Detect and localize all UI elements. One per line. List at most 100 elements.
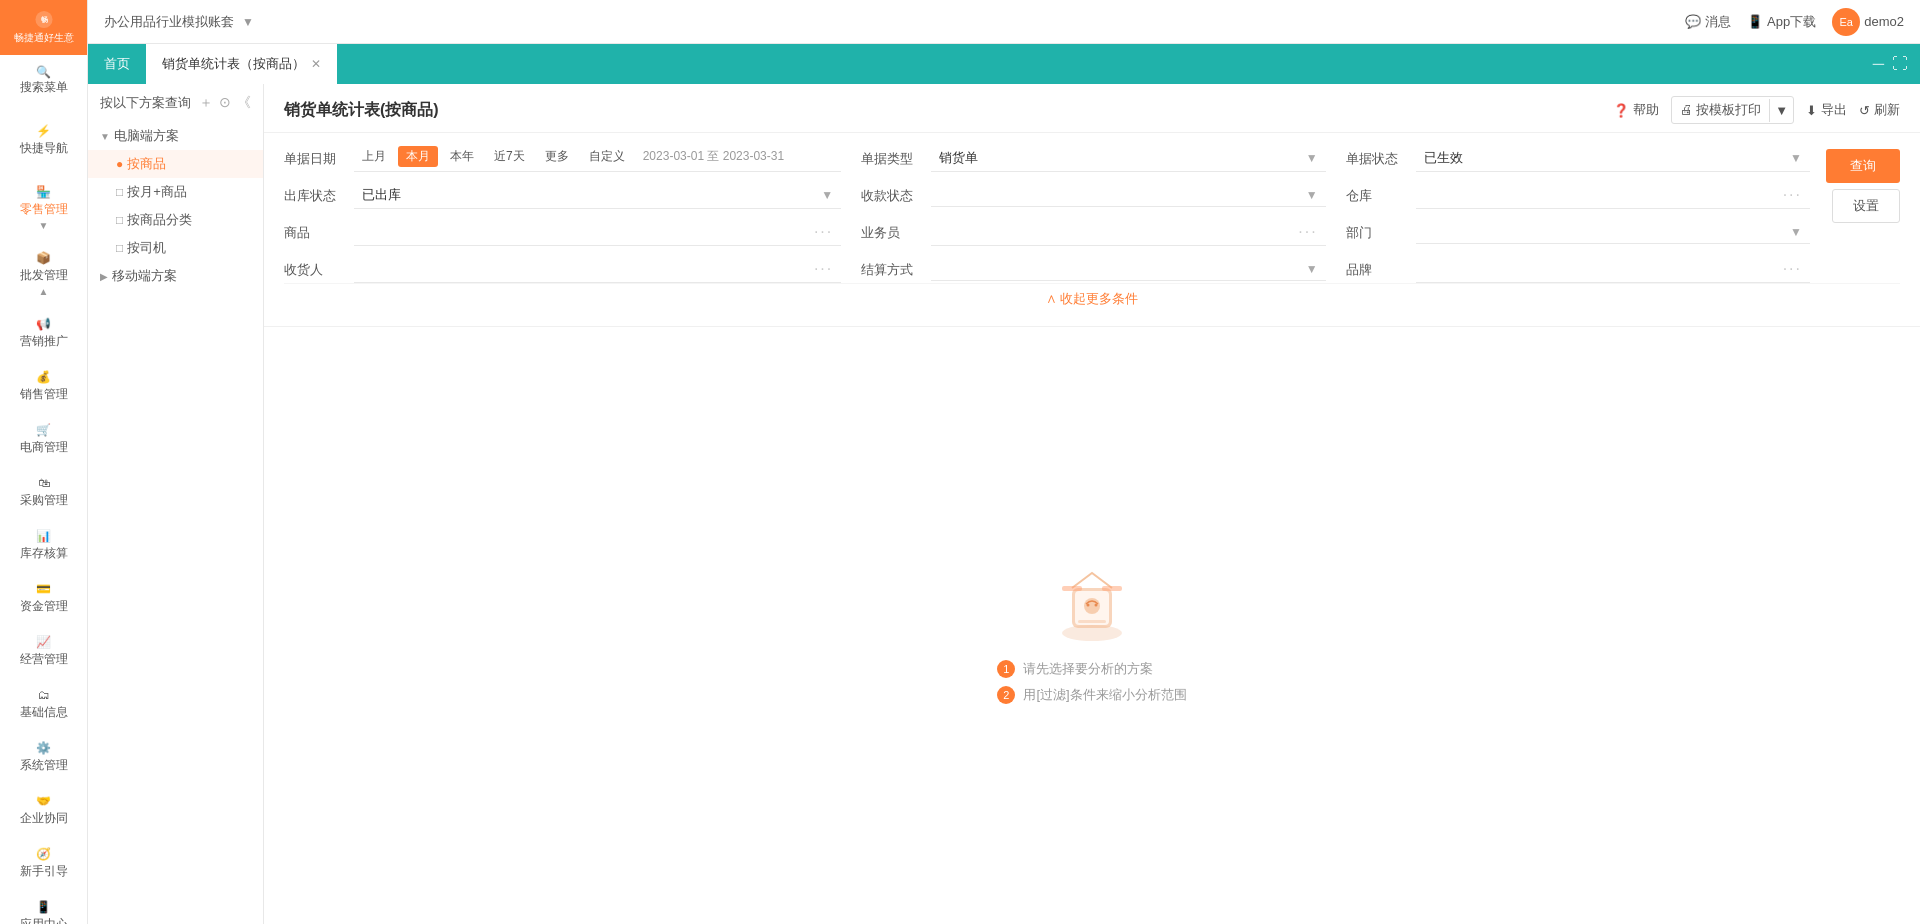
out-status-control[interactable]: 已出库 ▼	[354, 182, 841, 209]
search-menu[interactable]: 🔍 搜索菜单	[0, 55, 87, 106]
collapse-bar[interactable]: ∧ 收起更多条件	[284, 283, 1900, 314]
date-tab-last-month[interactable]: 上月	[354, 146, 394, 167]
sidebar-item-operation[interactable]: 📈 经营管理	[0, 625, 87, 678]
brand-control[interactable]: ···	[1416, 256, 1810, 283]
date-label: 单据日期	[284, 150, 354, 168]
dept-control[interactable]: ▼	[1416, 221, 1810, 244]
left-panel-title: 按以下方案查询	[100, 94, 191, 112]
goods-dots-icon: ···	[814, 223, 833, 241]
tree-child-icon-month: □	[116, 185, 123, 199]
out-status-value: 已出库	[362, 186, 401, 204]
date-tab-more[interactable]: 更多	[537, 146, 577, 167]
out-status-label: 出库状态	[284, 187, 354, 205]
add-scheme-icon[interactable]: ＋	[199, 94, 213, 112]
status-dropdown-icon: ▼	[1790, 151, 1802, 165]
tree-child-icon-category: □	[116, 213, 123, 227]
page-title: 销货单统计表(按商品)	[284, 100, 439, 121]
header-right: 💬 消息 📱 App下载 Ea demo2	[1685, 8, 1904, 36]
sidebar-item-wholesale[interactable]: 📦 批发管理 ▲	[0, 241, 87, 307]
logo-icon: 畅	[26, 10, 62, 29]
tree-child-by-driver[interactable]: □ 按司机	[88, 234, 263, 262]
settlement-label: 结算方式	[861, 261, 931, 279]
sidebar-item-quick-nav[interactable]: ⚡ 快捷导航	[0, 114, 87, 167]
message-icon: 💬	[1685, 14, 1701, 29]
tree-child-by-month-product[interactable]: □ 按月+商品	[88, 178, 263, 206]
filter-brand: 品牌 ···	[1346, 256, 1810, 283]
filter-salesman: 业务员 ···	[861, 219, 1325, 246]
tree-child-by-product[interactable]: ● 按商品	[88, 150, 263, 178]
export-icon: ⬇	[1806, 103, 1817, 118]
sidebar-item-retail[interactable]: 🏪 零售管理 ▼	[0, 175, 87, 241]
sidebar-item-marketing[interactable]: 📢 营销推广	[0, 307, 87, 360]
sidebar-item-collab[interactable]: 🤝 企业协同	[0, 784, 87, 837]
tree-child-by-category[interactable]: □ 按商品分类	[88, 206, 263, 234]
goods-control[interactable]: ···	[354, 219, 841, 246]
sidebar-item-sales[interactable]: 💰 销售管理	[0, 360, 87, 413]
sidebar-item-system[interactable]: ⚙️ 系统管理	[0, 731, 87, 784]
header-breadcrumb: 办公用品行业模拟账套 ▼	[104, 13, 254, 31]
receiver-control[interactable]: ···	[354, 256, 841, 283]
type-dropdown-icon: ▼	[1306, 151, 1318, 165]
app-download-button[interactable]: 📱 App下载	[1747, 13, 1816, 31]
tab-home-label: 首页	[104, 55, 130, 73]
collapse-panel-icon[interactable]: 《	[237, 94, 251, 112]
tab-maximize-icon[interactable]: ⛶	[1892, 55, 1908, 73]
svg-point-6	[1087, 603, 1090, 606]
tab-close-button[interactable]: ✕	[311, 57, 321, 71]
sidebar-item-finance[interactable]: 💳 资金管理	[0, 572, 87, 625]
filter-out-status: 出库状态 已出库 ▼	[284, 182, 841, 209]
type-control[interactable]: 销货单 ▼	[931, 145, 1325, 172]
sidebar-item-guide[interactable]: 🧭 新手引导	[0, 837, 87, 890]
tree-parent-mobile[interactable]: ▶ 移动端方案	[88, 262, 263, 290]
export-button[interactable]: ⬇ 导出	[1806, 101, 1847, 119]
btn-group: 查询 设置	[1826, 145, 1900, 223]
message-label: 消息	[1705, 13, 1731, 31]
out-status-dropdown-icon: ▼	[821, 188, 833, 202]
type-value: 销货单	[939, 149, 978, 167]
help-icon: ❓	[1613, 103, 1629, 118]
sidebar-item-purchase[interactable]: 🛍 采购管理	[0, 466, 87, 519]
edit-scheme-icon[interactable]: ⊙	[219, 94, 231, 112]
tab-sales-report[interactable]: 销货单统计表（按商品） ✕	[146, 44, 337, 84]
type-label: 单据类型	[861, 150, 931, 168]
left-panel: 按以下方案查询 ＋ ⊙ 《 ▼ 电脑端方案 ● 按商品 □	[88, 84, 264, 924]
date-tab-7days[interactable]: 近7天	[486, 146, 533, 167]
tree-parent-pc[interactable]: ▼ 电脑端方案	[88, 122, 263, 150]
empty-tip-2: 2 用[过滤]条件来缩小分析范围	[997, 686, 1186, 704]
warehouse-control[interactable]: ···	[1416, 182, 1810, 209]
help-label: 帮助	[1633, 101, 1659, 119]
message-button[interactable]: 💬 消息	[1685, 13, 1731, 31]
help-button[interactable]: ❓ 帮助	[1613, 101, 1659, 119]
date-tab-custom[interactable]: 自定义	[581, 146, 633, 167]
empty-illustration	[1042, 548, 1142, 648]
tab-minimize-icon[interactable]: ─	[1873, 55, 1884, 73]
tab-home[interactable]: 首页	[88, 44, 146, 84]
breadcrumb-dropdown[interactable]: ▼	[242, 15, 254, 29]
tab-bar: 首页 销货单统计表（按商品） ✕ ─ ⛶	[88, 44, 1920, 84]
salesman-label: 业务员	[861, 224, 931, 242]
tip-text-2: 用[过滤]条件来缩小分析范围	[1023, 686, 1186, 704]
goods-label: 商品	[284, 224, 354, 242]
dept-label: 部门	[1346, 224, 1416, 242]
refresh-icon: ↺	[1859, 103, 1870, 118]
date-tab-this-month[interactable]: 本月	[398, 146, 438, 167]
settlement-control[interactable]: ▼	[931, 258, 1325, 281]
refresh-button[interactable]: ↺ 刷新	[1859, 101, 1900, 119]
settings-button[interactable]: 设置	[1832, 189, 1900, 223]
status-control[interactable]: 已生效 ▼	[1416, 145, 1810, 172]
query-button[interactable]: 查询	[1826, 149, 1900, 183]
sidebar-item-ecommerce[interactable]: 🛒 电商管理	[0, 413, 87, 466]
collect-status-control[interactable]: ▼	[931, 184, 1325, 207]
tip-num-1: 1	[997, 660, 1015, 678]
download-icon: 📱	[1747, 14, 1763, 29]
date-tab-this-year[interactable]: 本年	[442, 146, 482, 167]
svg-text:畅: 畅	[40, 16, 47, 23]
sidebar-item-basic[interactable]: 🗂 基础信息	[0, 678, 87, 731]
tab-sales-report-label: 销货单统计表（按商品）	[162, 55, 305, 73]
user-profile[interactable]: Ea demo2	[1832, 8, 1904, 36]
sidebar-item-app-center[interactable]: 📱 应用中心	[0, 890, 87, 924]
salesman-control[interactable]: ···	[931, 219, 1325, 246]
print-button[interactable]: 🖨 按模板打印 ▼	[1671, 96, 1795, 124]
sidebar-item-inventory[interactable]: 📊 库存核算	[0, 519, 87, 572]
print-dropdown-arrow[interactable]: ▼	[1769, 99, 1793, 122]
